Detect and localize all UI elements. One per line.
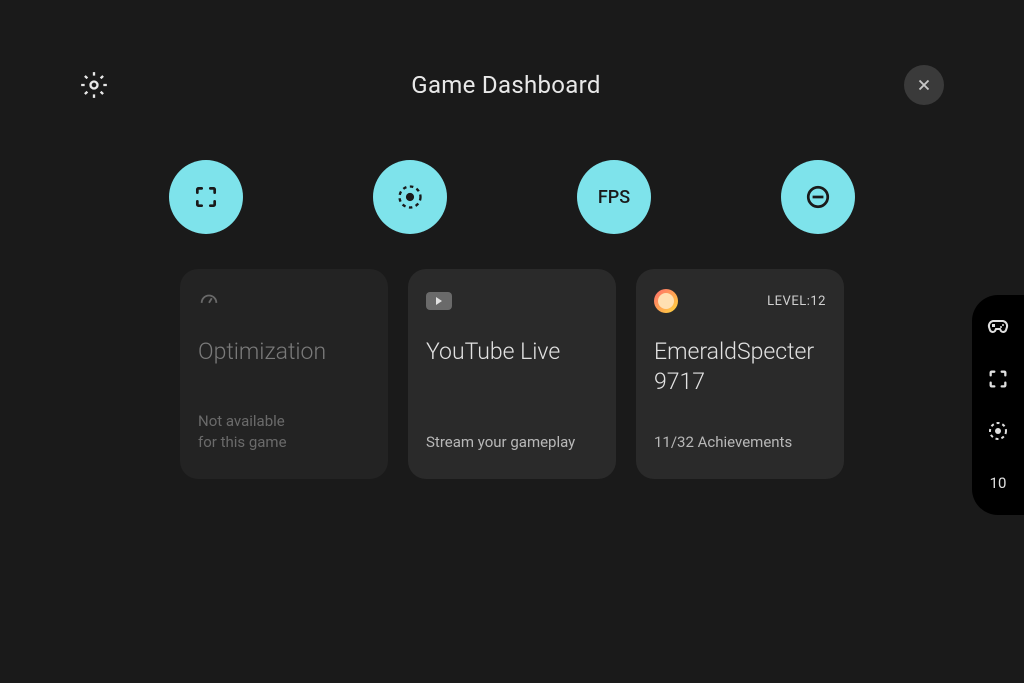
gamepad-icon	[986, 315, 1010, 339]
card-title: Optimization	[198, 337, 370, 367]
card-subtitle: Stream your gameplay	[426, 432, 575, 453]
fullscreen-icon	[987, 368, 1009, 390]
close-icon	[915, 76, 933, 94]
floating-toolbar: 10	[972, 295, 1024, 515]
action-buttons-row: FPS	[0, 160, 1024, 234]
do-not-disturb-icon	[805, 184, 831, 210]
page-title: Game Dashboard	[411, 71, 600, 99]
cards-row: Optimization Not available for this game…	[0, 269, 1024, 479]
achievements-text: 11/32 Achievements	[654, 432, 792, 453]
speedometer-icon	[198, 290, 220, 312]
fps-label: FPS	[598, 187, 630, 208]
card-title: YouTube Live	[426, 337, 598, 367]
gamepad-button[interactable]	[986, 315, 1010, 339]
record-button[interactable]	[373, 160, 447, 234]
level-badge: LEVEL:12	[767, 294, 826, 309]
dashboard-header: Game Dashboard	[0, 0, 1024, 150]
profile-card[interactable]: LEVEL:12 EmeraldSpecter9717 11/32 Achiev…	[636, 269, 844, 479]
settings-button[interactable]	[80, 71, 108, 99]
record-side-button[interactable]	[986, 419, 1010, 443]
fullscreen-icon	[193, 184, 219, 210]
youtube-card[interactable]: YouTube Live Stream your gameplay	[408, 269, 616, 479]
fps-number: 10	[990, 474, 1007, 492]
close-button[interactable]	[904, 65, 944, 105]
screenshot-side-button[interactable]	[986, 367, 1010, 391]
card-subtitle: Not available for this game	[198, 411, 287, 453]
fps-counter[interactable]: 10	[986, 471, 1010, 495]
username: EmeraldSpecter9717	[654, 337, 826, 397]
gear-icon	[80, 71, 108, 99]
optimization-card[interactable]: Optimization Not available for this game	[180, 269, 388, 479]
fps-button[interactable]: FPS	[577, 160, 651, 234]
record-icon	[396, 183, 424, 211]
screenshot-button[interactable]	[169, 160, 243, 234]
dnd-button[interactable]	[781, 160, 855, 234]
youtube-icon	[426, 292, 452, 310]
record-icon	[986, 419, 1010, 443]
avatar	[654, 289, 678, 313]
